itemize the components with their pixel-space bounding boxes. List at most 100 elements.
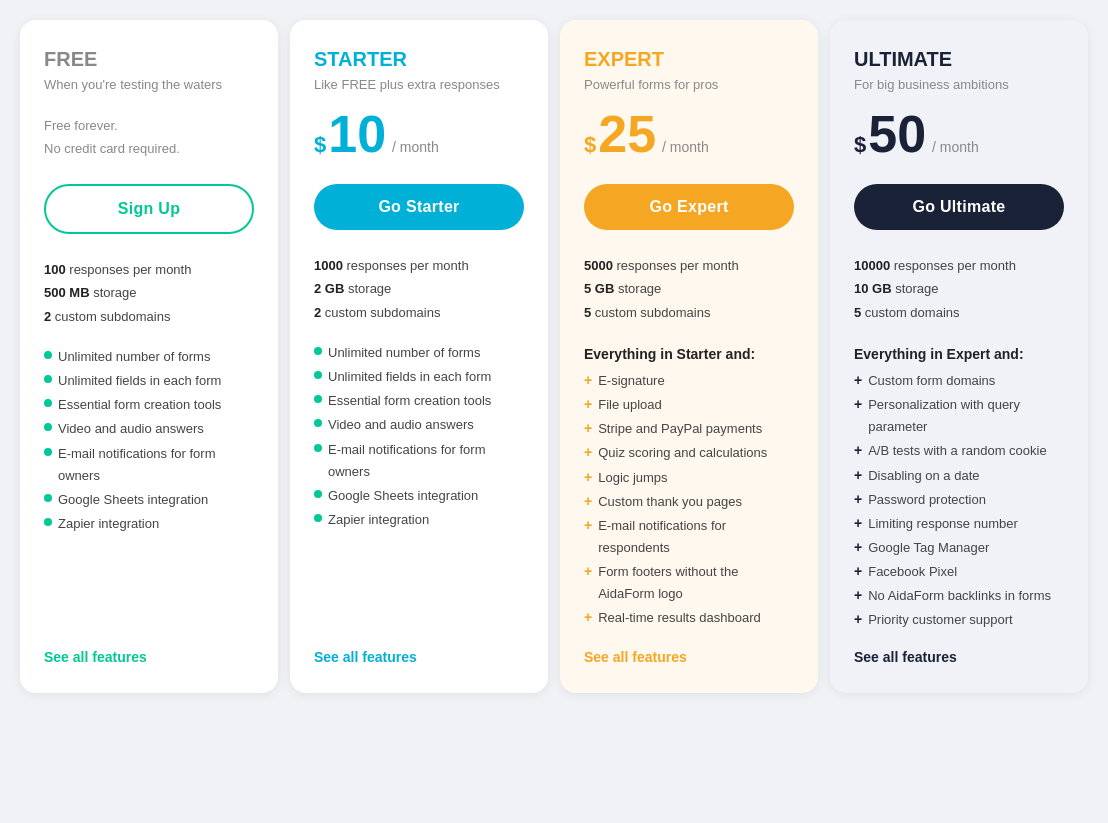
feature-text: E-mail notifications for form owners (328, 439, 524, 483)
plus-icon: + (584, 442, 592, 463)
feature-text: Quiz scoring and calculations (598, 442, 767, 464)
feature-text: Priority customer support (868, 609, 1013, 631)
plus-icon: + (854, 394, 862, 415)
feature-text: Personalization with query parameter (868, 394, 1064, 438)
feature-text: Unlimited number of forms (328, 342, 480, 364)
plan-subtitle-starter: Like FREE plus extra responses (314, 77, 524, 92)
list-item: Zapier integration (44, 513, 254, 535)
price-amount: 50 (868, 108, 926, 160)
list-item: Video and audio answers (44, 418, 254, 440)
bullet-dot (44, 518, 52, 526)
plan-stats-expert: 5000 responses per month5 GB storage5 cu… (584, 254, 794, 324)
feature-text: Logic jumps (598, 467, 667, 489)
plus-icon: + (584, 607, 592, 628)
price-dollar: $ (854, 132, 866, 158)
plan-stat: 100 responses per month (44, 258, 254, 281)
plan-stat: 1000 responses per month (314, 254, 524, 277)
price-period: / month (932, 139, 979, 155)
bullet-dot (44, 494, 52, 502)
list-item: + Stripe and PayPal payments (584, 418, 794, 440)
plan-name-starter: STARTER (314, 48, 524, 71)
see-all-free[interactable]: See all features (44, 649, 254, 665)
list-item: +Password protection (854, 489, 1064, 511)
feature-text: Form footers without the AidaForm logo (598, 561, 794, 605)
plan-card-expert: EXPERTPowerful forms for pros$25/ monthG… (560, 20, 818, 693)
plan-stat: 5 custom domains (854, 301, 1064, 324)
feature-text: No AidaForm backlinks in forms (868, 585, 1051, 607)
plan-card-ultimate: ULTIMATEFor big business ambitions$50/ m… (830, 20, 1088, 693)
free-note-2: No credit card required. (44, 139, 180, 160)
price-dollar: $ (584, 132, 596, 158)
plan-btn-ultimate[interactable]: Go Ultimate (854, 184, 1064, 230)
plus-icon: + (854, 609, 862, 630)
bullet-dot (44, 351, 52, 359)
see-all-ultimate[interactable]: See all features (854, 649, 1064, 665)
plan-subtitle-free: When you're testing the waters (44, 77, 254, 92)
plan-price-ultimate: $50 / month (854, 108, 1064, 168)
list-item: Video and audio answers (314, 414, 524, 436)
price-amount: 10 (328, 108, 386, 160)
feature-text: E-mail notifications for form owners (58, 443, 254, 487)
plus-icon: + (584, 561, 592, 582)
plan-btn-expert[interactable]: Go Expert (584, 184, 794, 230)
feature-text: Facebook Pixel (868, 561, 957, 583)
bullet-dot (314, 419, 322, 427)
list-item: Unlimited number of forms (44, 346, 254, 368)
list-item: E-mail notifications for form owners (44, 443, 254, 487)
bullet-dot (314, 490, 322, 498)
bullet-dot (44, 448, 52, 456)
plan-card-starter: STARTER Like FREE plus extra responses $10… (290, 20, 548, 693)
feature-text: E-signature (598, 370, 664, 392)
plan-price-starter: $10 / month (314, 108, 524, 168)
plan-stat: 2 GB storage (314, 277, 524, 300)
feature-text: Video and audio answers (58, 418, 204, 440)
plus-icon: + (854, 537, 862, 558)
plan-btn-starter[interactable]: Go Starter (314, 184, 524, 230)
plus-icon: + (584, 467, 592, 488)
feature-text: Google Sheets integration (58, 489, 208, 511)
plus-icon: + (584, 370, 592, 391)
plan-stat: 5 custom subdomains (584, 301, 794, 324)
see-all-starter[interactable]: See all features (314, 649, 524, 665)
plan-price-free: Free forever.No credit card required. (44, 108, 254, 168)
list-item: +Real-time results dashboard (584, 607, 794, 629)
plus-icon: + (854, 513, 862, 534)
list-item: +Google Tag Manager (854, 537, 1064, 559)
list-item: Essential form creation tools (314, 390, 524, 412)
bullet-dot (314, 444, 322, 452)
price-amount: 25 (598, 108, 656, 160)
bullet-dot (314, 514, 322, 522)
bullet-dot (44, 375, 52, 383)
list-item: +A/B tests with a random cookie (854, 440, 1064, 462)
plus-icon: + (584, 515, 592, 536)
plan-stat: 5 GB storage (584, 277, 794, 300)
list-item: + E-mail notifications for respondents (584, 515, 794, 559)
price-dollar: $ (314, 132, 326, 158)
list-item: + No AidaForm backlinks in forms (854, 585, 1064, 607)
plan-name-expert: EXPERT (584, 48, 794, 71)
feature-text: E-mail notifications for respondents (598, 515, 794, 559)
list-item: + E-signature (584, 370, 794, 392)
feature-text: Stripe and PayPal payments (598, 418, 762, 440)
plan-stat: 10 GB storage (854, 277, 1064, 300)
plus-icon: + (584, 418, 592, 439)
section-heading-expert: Everything in Starter and: (584, 346, 794, 362)
bullet-dot (314, 347, 322, 355)
plus-icon: + (854, 585, 862, 606)
feature-text: Essential form creation tools (328, 390, 491, 412)
free-note-1: Free forever. (44, 116, 118, 137)
plus-icon: + (854, 440, 862, 461)
bullet-dot (44, 399, 52, 407)
pricing-container: FREEWhen you're testing the watersFree f… (14, 20, 1094, 693)
list-item: + Form footers without the AidaForm logo (584, 561, 794, 605)
feature-text: Zapier integration (328, 509, 429, 531)
plus-icon: + (854, 561, 862, 582)
feature-text: File upload (598, 394, 662, 416)
plus-icon: + (584, 491, 592, 512)
plan-subtitle-ultimate: For big business ambitions (854, 77, 1064, 92)
features-list-free: Unlimited number of formsUnlimited field… (44, 346, 254, 537)
features-list-ultimate: +Custom form domains+Personalization wit… (854, 370, 1064, 633)
see-all-expert[interactable]: See all features (584, 649, 794, 665)
price-period: / month (392, 139, 439, 155)
plan-btn-free[interactable]: Sign Up (44, 184, 254, 234)
